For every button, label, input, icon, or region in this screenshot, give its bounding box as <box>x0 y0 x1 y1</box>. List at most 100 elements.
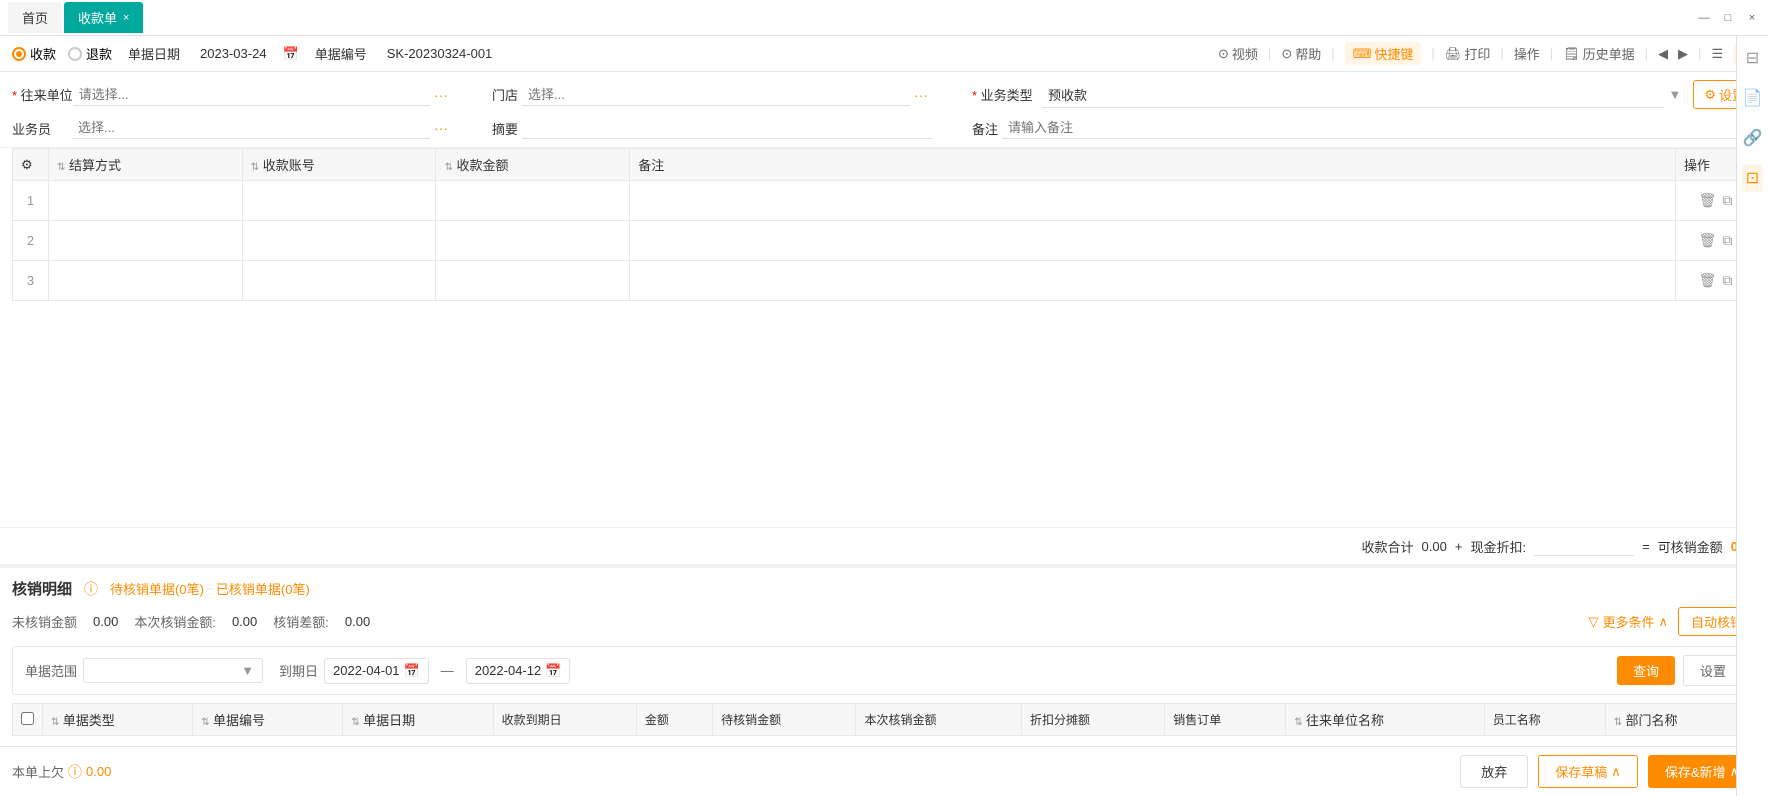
delete-row-2-icon[interactable]: 🗑 <box>1699 232 1717 249</box>
cell-remark-1[interactable] <box>630 181 1676 221</box>
doc-range-select[interactable]: ▼ <box>83 658 263 683</box>
abandon-button[interactable]: 放弃 <box>1460 755 1528 788</box>
video-btn[interactable]: ⊙ 视频 <box>1218 44 1258 63</box>
cell-remark-3[interactable] <box>630 261 1676 301</box>
verification-title: 核销明细 <box>12 578 72 599</box>
cell-remark-2[interactable] <box>630 221 1676 261</box>
tab-close-icon[interactable]: × <box>123 12 129 24</box>
verification-info-icon[interactable]: ⓘ <box>84 579 98 599</box>
form-section: 往来单位 ··· 门店 ··· 业务类型 预收款 ▼ ⚙ <box>0 72 1768 148</box>
tab-receipt[interactable]: 收款单 × <box>64 2 143 33</box>
print-btn[interactable]: 🖨 打印 <box>1445 44 1491 63</box>
store-input[interactable] <box>522 84 910 106</box>
save-draft-button[interactable]: 保存草稿 ∧ <box>1538 755 1638 788</box>
table-settings-icon[interactable]: ⚙ <box>13 149 49 181</box>
more-conditions-btn[interactable]: ▽ 更多条件 ∧ <box>1588 612 1668 631</box>
sort-icon-6[interactable]: ⇅ <box>351 717 359 728</box>
col-settlement: ⇅ 结算方式 <box>49 149 243 181</box>
radio-refund[interactable]: 退款 <box>68 44 112 63</box>
date-end-picker[interactable]: 2022-04-12 📅 <box>466 658 571 684</box>
operations-btn[interactable]: 操作 <box>1514 44 1540 63</box>
shortcut-btn[interactable]: ⌨ 快捷键 <box>1345 42 1422 65</box>
staff-input[interactable] <box>72 117 430 139</box>
cell-settlement-3[interactable] <box>49 261 243 301</box>
side-expand-icon[interactable]: ⊡ <box>1742 164 1763 192</box>
side-link-icon[interactable]: 🔗 <box>1739 124 1767 152</box>
sort-icon-4[interactable]: ⇅ <box>51 717 59 728</box>
side-table-icon[interactable]: ⊟ <box>1742 44 1763 72</box>
cell-amount-1[interactable] <box>436 181 630 221</box>
side-file-icon[interactable]: 📄 <box>1739 84 1767 112</box>
filter-icon: ▽ <box>1588 614 1598 630</box>
sort-icon-7[interactable]: ⇅ <box>1294 717 1302 728</box>
sort-icon-5[interactable]: ⇅ <box>201 717 209 728</box>
cell-account-1[interactable] <box>242 181 436 221</box>
row-num-2: 2 <box>13 221 49 261</box>
radio-refund-dot <box>68 47 82 61</box>
bottom-bar: 本单上欠 ⓘ 0.00 放弃 保存草稿 ∧ 保存&新增 ∧ <box>0 746 1768 796</box>
bottom-info-icon[interactable]: ⓘ <box>68 762 82 782</box>
equals-sign: = <box>1642 539 1650 554</box>
unchecked-value: 0.00 <box>93 614 118 629</box>
help-btn[interactable]: ⊙ 帮助 <box>1281 44 1321 63</box>
staff-ellipsis-btn[interactable]: ··· <box>430 120 452 136</box>
cell-account-2[interactable] <box>242 221 436 261</box>
delete-row-3-icon[interactable]: 🗑 <box>1699 272 1717 289</box>
partner-ellipsis-btn[interactable]: ··· <box>430 87 452 103</box>
cell-settlement-2[interactable] <box>49 221 243 261</box>
diff-label: 核销差额: <box>273 612 329 631</box>
total-label: 收款合计 <box>1362 537 1414 556</box>
date-calendar-icon[interactable]: 📅 <box>283 46 299 62</box>
radio-receipt[interactable]: 收款 <box>12 44 56 63</box>
col-remark: 备注 <box>630 149 1676 181</box>
delete-row-1-icon[interactable]: 🗑 <box>1699 192 1717 209</box>
number-field: 单据编号 SK-20230324-001 <box>315 44 493 63</box>
cell-account-3[interactable] <box>242 261 436 301</box>
sort-icon-3[interactable]: ⇅ <box>444 162 452 173</box>
sort-icon[interactable]: ⇅ <box>57 162 65 173</box>
col-doc-num: ⇅ 单据编号 <box>193 704 343 736</box>
sort-icon-2[interactable]: ⇅ <box>251 162 259 173</box>
sort-icon-8[interactable]: ⇅ <box>1614 717 1622 728</box>
close-button[interactable]: × <box>1744 10 1760 26</box>
save-draft-arrow-icon: ∧ <box>1611 764 1621 780</box>
col-discount: 折扣分摊额 <box>1022 704 1165 736</box>
prev-btn[interactable]: ◀ <box>1658 46 1668 62</box>
settings-button-2[interactable]: 设置 <box>1683 655 1743 686</box>
copy-row-2-icon[interactable]: ⧉ <box>1722 232 1732 249</box>
pending-tab[interactable]: 待核销单据(0笔) <box>110 579 204 598</box>
maximize-button[interactable]: □ <box>1720 10 1736 26</box>
radio-receipt-dot <box>12 47 26 61</box>
gear-icon: ⚙ <box>1704 87 1716 103</box>
staff-field: 业务员 ··· <box>12 117 452 139</box>
table-row: 3 🗑 ⧉ <box>13 261 1756 301</box>
verification-table: ⇅ 单据类型 ⇅ 单据编号 ⇅ 单据日期 收款到期日 金额 <box>12 703 1756 736</box>
discount-input[interactable] <box>1534 536 1634 556</box>
copy-row-3-icon[interactable]: ⧉ <box>1722 272 1732 289</box>
query-button[interactable]: 查询 <box>1617 656 1675 685</box>
cell-amount-3[interactable] <box>436 261 630 301</box>
remark-input[interactable] <box>1002 117 1756 139</box>
store-ellipsis-btn[interactable]: ··· <box>910 87 932 103</box>
tab-home[interactable]: 首页 <box>8 2 62 33</box>
history-btn[interactable]: 🗒 历史单据 <box>1563 44 1635 63</box>
completed-tab[interactable]: 已核销单据(0笔) <box>216 579 310 598</box>
cell-settlement-1[interactable] <box>49 181 243 221</box>
table-row: 2 🗑 ⧉ <box>13 221 1756 261</box>
next-btn[interactable]: ▶ <box>1678 46 1688 62</box>
select-all-checkbox[interactable] <box>21 712 34 725</box>
list-view-btn[interactable]: ☰ <box>1711 46 1723 62</box>
col-due-date: 收款到期日 <box>493 704 636 736</box>
date-start-picker[interactable]: 2022-04-01 📅 <box>324 658 429 684</box>
due-date-field: 到期日 2022-04-01 📅 — 2022-04-12 📅 <box>279 658 570 684</box>
cell-amount-2[interactable] <box>436 221 630 261</box>
current-verif-label: 本次核销金额: <box>134 612 216 631</box>
partner-input[interactable] <box>73 84 430 106</box>
summary-input[interactable] <box>522 117 932 139</box>
biz-type-select[interactable]: 预收款 ▼ <box>1042 82 1681 108</box>
net-amount-label: 可核销金额 <box>1658 537 1723 556</box>
copy-row-1-icon[interactable]: ⧉ <box>1722 192 1732 209</box>
col-pending: 待核销金额 <box>713 704 856 736</box>
col-checkbox[interactable] <box>13 704 43 736</box>
minimize-button[interactable]: — <box>1696 10 1712 26</box>
